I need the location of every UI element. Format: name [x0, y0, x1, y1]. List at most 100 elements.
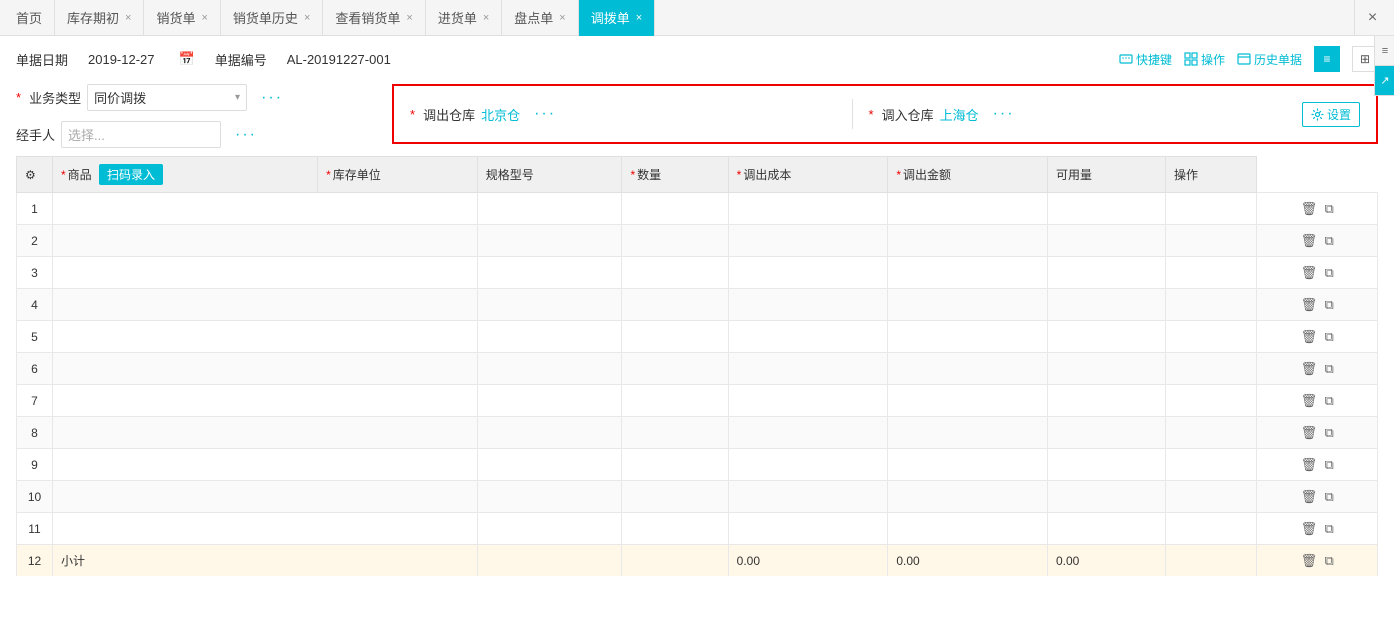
scan-enter-button[interactable]: 扫码录入: [99, 164, 163, 185]
cell-product[interactable]: [53, 417, 478, 449]
cell-amount[interactable]: [1047, 481, 1165, 513]
close-tab-inventory-init[interactable]: ×: [125, 12, 131, 24]
warehouse-in-value[interactable]: 上海仓: [940, 105, 979, 124]
close-tab-sales-history[interactable]: ×: [304, 12, 310, 24]
delete-row-button[interactable]: 🗑: [1301, 329, 1318, 344]
tab-sales-history[interactable]: 销货单历史 ×: [221, 0, 323, 36]
copy-row-button[interactable]: ⧉: [1324, 393, 1333, 408]
delete-row-button[interactable]: 🗑: [1301, 297, 1318, 312]
tab-transfer-order[interactable]: 调拨单 ×: [579, 0, 655, 36]
cell-unit[interactable]: [477, 289, 622, 321]
tab-home[interactable]: 首页: [4, 0, 55, 36]
cell-spec[interactable]: [622, 513, 728, 545]
cell-spec[interactable]: [622, 289, 728, 321]
cell-unit[interactable]: [477, 257, 622, 289]
tab-purchase-order[interactable]: 进货单 ×: [426, 0, 502, 36]
cell-qty[interactable]: [728, 289, 888, 321]
delete-row-button[interactable]: 🗑: [1301, 425, 1318, 440]
delete-row-button[interactable]: 🗑: [1301, 457, 1318, 472]
cell-unit[interactable]: [477, 385, 622, 417]
cell-amount[interactable]: [1047, 257, 1165, 289]
cell-unit[interactable]: [477, 417, 622, 449]
cell-cost[interactable]: [888, 385, 1048, 417]
delete-row-button[interactable]: 🗑: [1301, 489, 1318, 504]
cell-cost[interactable]: [888, 353, 1048, 385]
cell-available[interactable]: [1166, 449, 1257, 481]
close-tab-transfer-order[interactable]: ×: [636, 12, 642, 24]
cell-qty[interactable]: [728, 225, 888, 257]
copy-row-button[interactable]: ⧉: [1324, 425, 1333, 440]
delete-row-button[interactable]: 🗑: [1301, 393, 1318, 408]
cell-qty[interactable]: [728, 417, 888, 449]
close-tab-purchase-order[interactable]: ×: [483, 12, 489, 24]
cell-available[interactable]: [1166, 513, 1257, 545]
cell-product[interactable]: [53, 257, 478, 289]
panel-list-icon[interactable]: ≡: [1375, 36, 1394, 66]
cell-cost[interactable]: [888, 417, 1048, 449]
copy-row-button[interactable]: ⧉: [1324, 489, 1333, 504]
copy-row-button[interactable]: ⧉: [1324, 233, 1333, 248]
col-settings[interactable]: ⚙: [17, 157, 53, 193]
cell-amount[interactable]: [1047, 321, 1165, 353]
cell-spec[interactable]: [622, 225, 728, 257]
cell-amount[interactable]: [1047, 289, 1165, 321]
cell-spec[interactable]: [622, 449, 728, 481]
copy-row-button[interactable]: ⧉: [1324, 329, 1333, 344]
layout-list-btn[interactable]: ≡: [1314, 46, 1340, 72]
cell-qty[interactable]: [728, 385, 888, 417]
cell-available[interactable]: [1166, 417, 1257, 449]
biz-type-dots[interactable]: ···: [261, 89, 283, 107]
cell-cost[interactable]: [888, 481, 1048, 513]
cell-spec[interactable]: [622, 353, 728, 385]
copy-row-button[interactable]: ⧉: [1324, 521, 1333, 536]
tab-inventory-init[interactable]: 库存期初 ×: [55, 0, 144, 36]
panel-export-icon[interactable]: ↗: [1375, 66, 1394, 96]
cell-amount[interactable]: [1047, 225, 1165, 257]
cell-spec[interactable]: [622, 417, 728, 449]
cell-cost[interactable]: [888, 193, 1048, 225]
warehouse-out-dots[interactable]: ···: [534, 105, 556, 123]
cell-spec[interactable]: [622, 321, 728, 353]
cell-amount[interactable]: [1047, 193, 1165, 225]
cell-product[interactable]: [53, 193, 478, 225]
copy-row-button[interactable]: ⧉: [1324, 265, 1333, 280]
cell-cost[interactable]: [888, 289, 1048, 321]
operation-btn[interactable]: 操作: [1184, 51, 1225, 68]
cell-qty[interactable]: [728, 353, 888, 385]
cell-qty[interactable]: [728, 257, 888, 289]
cell-amount[interactable]: [1047, 417, 1165, 449]
cell-spec[interactable]: [622, 193, 728, 225]
cell-unit[interactable]: [477, 225, 622, 257]
biz-type-select[interactable]: 同价调拨 ▾: [87, 84, 247, 111]
subtotal-delete-btn[interactable]: 🗑: [1301, 553, 1318, 568]
delete-row-button[interactable]: 🗑: [1301, 233, 1318, 248]
cell-available[interactable]: [1166, 481, 1257, 513]
close-tab-view-sales[interactable]: ×: [406, 12, 412, 24]
close-tab-sales-order[interactable]: ×: [201, 12, 207, 24]
cell-spec[interactable]: [622, 257, 728, 289]
cell-qty[interactable]: [728, 481, 888, 513]
close-tab-inventory-check[interactable]: ×: [559, 12, 565, 24]
cell-available[interactable]: [1166, 321, 1257, 353]
cell-amount[interactable]: [1047, 385, 1165, 417]
cell-available[interactable]: [1166, 289, 1257, 321]
history-btn[interactable]: 历史单据: [1237, 51, 1302, 68]
warehouse-out-value[interactable]: 北京仓: [481, 105, 520, 124]
agent-select[interactable]: 选择...: [61, 121, 221, 148]
cell-unit[interactable]: [477, 321, 622, 353]
cell-available[interactable]: [1166, 353, 1257, 385]
cell-spec[interactable]: [622, 385, 728, 417]
cell-unit[interactable]: [477, 353, 622, 385]
cell-available[interactable]: [1166, 225, 1257, 257]
delete-row-button[interactable]: 🗑: [1301, 361, 1318, 376]
copy-row-button[interactable]: ⧉: [1324, 457, 1333, 472]
cell-unit[interactable]: [477, 193, 622, 225]
cell-product[interactable]: [53, 321, 478, 353]
cell-qty[interactable]: [728, 449, 888, 481]
cell-product[interactable]: [53, 289, 478, 321]
cell-unit[interactable]: [477, 449, 622, 481]
tab-inventory-check[interactable]: 盘点单 ×: [502, 0, 578, 36]
cell-unit[interactable]: [477, 513, 622, 545]
settings-button[interactable]: 设置: [1302, 102, 1360, 127]
delete-row-button[interactable]: 🗑: [1301, 521, 1318, 536]
